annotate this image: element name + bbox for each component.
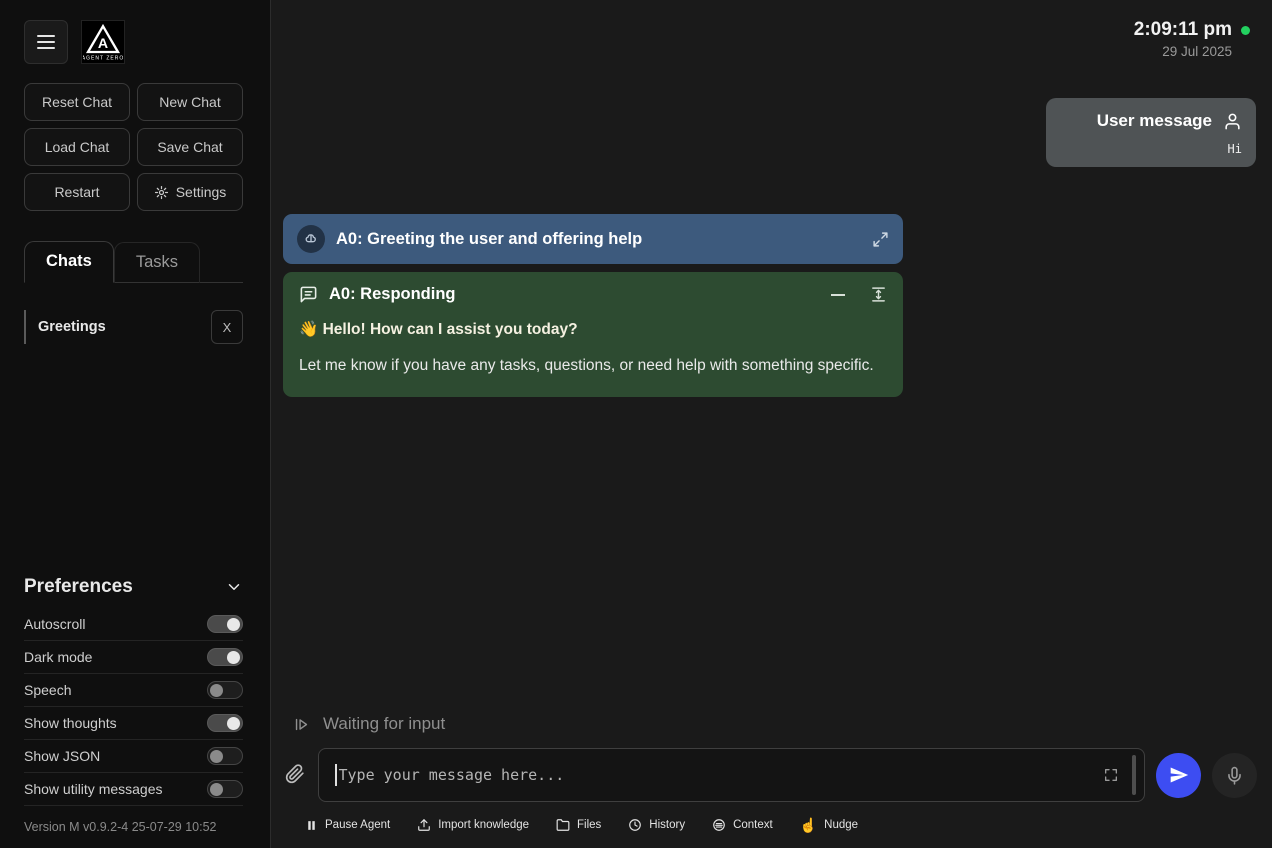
microphone-button[interactable] [1212, 752, 1257, 798]
dark-mode-toggle[interactable] [207, 648, 243, 666]
preferences-header[interactable]: Preferences [24, 576, 243, 598]
message-input[interactable] [336, 766, 1103, 784]
user-message-title: User message [1096, 111, 1212, 130]
attach-button[interactable] [283, 763, 307, 787]
agent-heading-title: A0: Greeting the user and offering help [336, 229, 643, 248]
user-message-bubble: User message Hi [1046, 98, 1256, 167]
agent-response-title: A0: Responding [329, 285, 456, 303]
tab-chats[interactable]: Chats [24, 241, 114, 283]
send-icon [1170, 767, 1188, 783]
pref-row-show-thoughts: Show thoughts [24, 707, 243, 740]
bottom-toolbar: Pause Agent Import knowledge Files Histo… [283, 802, 1257, 848]
agent-body-text: Let me know if you have any tasks, quest… [299, 357, 874, 374]
pref-row-show-utility: Show utility messages [24, 773, 243, 806]
paperclip-icon [285, 763, 304, 783]
context-button[interactable]: Context [712, 818, 773, 832]
main-panel: 2:09:11 pm 29 Jul 2025 User message Hi A… [271, 0, 1272, 848]
save-chat-button[interactable]: Save Chat [137, 128, 243, 166]
folder-icon [556, 819, 570, 831]
new-chat-button[interactable]: New Chat [137, 83, 243, 121]
user-icon [1225, 113, 1240, 129]
version-text: Version M v0.9.2-4 25-07-29 10:52 [24, 820, 217, 834]
date-text: 29 Jul 2025 [1162, 44, 1232, 59]
restart-button[interactable]: Restart [24, 173, 130, 211]
show-utility-toggle[interactable] [207, 780, 243, 798]
sidebar-top: A AGENT ZERO [24, 20, 243, 64]
pref-row-autoscroll: Autoscroll [24, 608, 243, 641]
composer-area: Waiting for input Type your message here… [271, 714, 1272, 848]
time-text: 2:09:11 pm [1133, 19, 1232, 40]
agent-status-text: Waiting for input [323, 714, 446, 733]
microphone-icon [1228, 766, 1241, 785]
pause-icon [308, 820, 315, 830]
input-scrollbar[interactable] [1132, 755, 1136, 795]
speech-toggle[interactable] [207, 681, 243, 699]
history-clock-icon [629, 819, 642, 831]
pref-row-show-json: Show JSON [24, 740, 243, 773]
connection-status-dot [1241, 25, 1250, 35]
agent-response-bubble: A0: Responding 👋 Hello! How can I assist… [283, 272, 903, 398]
history-button[interactable]: History [628, 818, 685, 832]
context-icon [713, 819, 725, 831]
gear-icon [154, 185, 168, 199]
logo-text: AGENT ZERO [83, 56, 123, 62]
chat-list-item-greetings[interactable]: Greetings X [24, 310, 243, 344]
preferences-title: Preferences [24, 576, 133, 597]
tab-tasks[interactable]: Tasks [113, 242, 201, 283]
pause-agent-button[interactable]: Pause Agent [305, 819, 390, 832]
hand-icon: ☝ [799, 817, 818, 833]
pref-row-speech: Speech [24, 674, 243, 707]
sidebar: A AGENT ZERO Reset Chat New Chat Load Ch… [0, 0, 271, 848]
input-row [283, 748, 1257, 802]
agent-brain-icon [297, 225, 325, 253]
pref-row-dark-mode: Dark mode [24, 641, 243, 674]
show-json-toggle[interactable] [207, 747, 243, 765]
fit-height-icon[interactable] [870, 286, 887, 303]
menu-icon [37, 35, 55, 37]
agent-status-row: Waiting for input [283, 714, 1257, 734]
agent-heading-bubble: A0: Greeting the user and offering help [283, 214, 903, 264]
message-area: User message Hi A0: Greeting the user an… [271, 0, 1272, 714]
settings-button[interactable]: Settings [137, 173, 243, 211]
message-input-box[interactable] [318, 748, 1145, 802]
chat-close-button[interactable]: X [211, 310, 243, 344]
preferences-list: Autoscroll Dark mode Speech Show thought… [24, 608, 243, 806]
expand-input-icon[interactable] [1103, 767, 1119, 783]
waiting-icon [295, 718, 308, 730]
load-chat-button[interactable]: Load Chat [24, 128, 130, 166]
chat-item-label: Greetings [38, 319, 106, 335]
clock: 2:09:11 pm 29 Jul 2025 [1134, 19, 1250, 59]
menu-button[interactable] [24, 20, 68, 64]
minimize-icon[interactable] [831, 293, 845, 296]
reset-chat-button[interactable]: Reset Chat [24, 83, 130, 121]
send-button[interactable] [1156, 752, 1201, 798]
files-button[interactable]: Files [556, 818, 601, 832]
message-bubble-icon [300, 286, 317, 303]
agent-zero-app: A AGENT ZERO Reset Chat New Chat Load Ch… [0, 0, 1272, 848]
upload-icon [418, 819, 431, 831]
import-knowledge-button[interactable]: Import knowledge [417, 818, 529, 832]
show-thoughts-toggle[interactable] [207, 714, 243, 732]
logo-letter: A [98, 36, 108, 52]
user-message-text: Hi [1227, 142, 1242, 156]
autoscroll-toggle[interactable] [207, 615, 243, 633]
agent-greeting-text: 👋 Hello! How can I assist you today? [299, 321, 578, 338]
sidebar-actions: Reset Chat New Chat Load Chat Save Chat … [24, 83, 243, 211]
chevron-down-icon [228, 584, 240, 590]
nudge-button[interactable]: ☝ Nudge [800, 818, 858, 832]
expand-icon[interactable] [872, 231, 889, 248]
sidebar-tabs: Chats Tasks [24, 241, 243, 283]
chat-list: Greetings X [24, 310, 243, 344]
agent-zero-logo: A AGENT ZERO [81, 20, 125, 64]
